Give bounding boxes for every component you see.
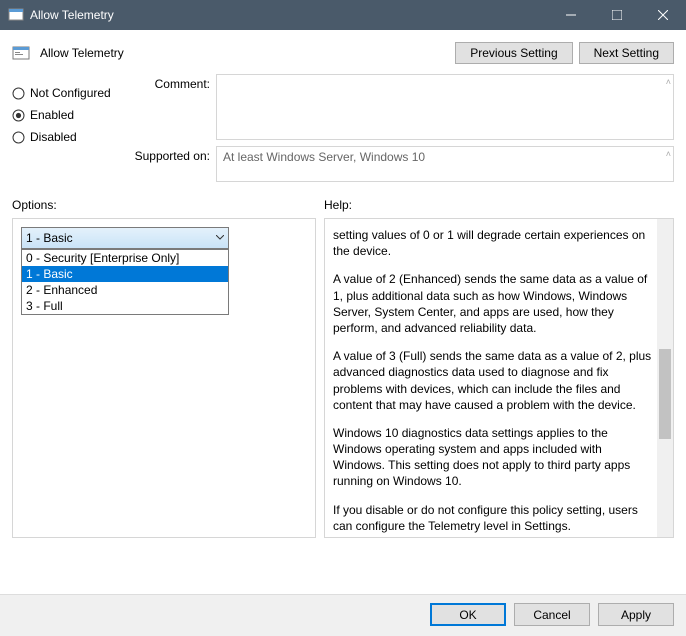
option-1-basic[interactable]: 1 - Basic bbox=[22, 266, 228, 282]
telemetry-level-dropdown[interactable]: 0 - Security [Enterprise Only] 1 - Basic… bbox=[21, 249, 229, 315]
next-setting-button[interactable]: Next Setting bbox=[579, 42, 674, 64]
radio-label: Enabled bbox=[30, 108, 74, 122]
help-paragraph: A value of 3 (Full) sends the same data … bbox=[333, 348, 657, 413]
combo-selected-value: 1 - Basic bbox=[26, 231, 73, 245]
scrollbar[interactable] bbox=[657, 219, 673, 537]
radio-disabled[interactable]: Disabled bbox=[12, 126, 124, 148]
scroll-up-icon: ˄ bbox=[666, 77, 671, 87]
help-paragraph: Windows 10 diagnostics data settings app… bbox=[333, 425, 657, 490]
radio-label: Not Configured bbox=[30, 86, 111, 100]
radio-enabled[interactable]: Enabled bbox=[12, 104, 124, 126]
supported-on-value: At least Windows Server, Windows 10 bbox=[223, 150, 425, 164]
option-2-enhanced[interactable]: 2 - Enhanced bbox=[22, 282, 228, 298]
maximize-button[interactable] bbox=[594, 0, 640, 30]
scroll-up-icon: ˄ bbox=[666, 149, 671, 159]
help-paragraph: A value of 2 (Enhanced) sends the same d… bbox=[333, 271, 657, 336]
option-0-security[interactable]: 0 - Security [Enterprise Only] bbox=[22, 250, 228, 266]
radio-unchecked-icon bbox=[12, 131, 25, 144]
apply-button[interactable]: Apply bbox=[598, 603, 674, 626]
scrollbar-thumb[interactable] bbox=[659, 349, 671, 439]
supported-on-label: Supported on: bbox=[134, 146, 216, 163]
policy-icon bbox=[12, 44, 30, 62]
title-bar: Allow Telemetry bbox=[0, 0, 686, 30]
radio-checked-icon bbox=[12, 109, 25, 122]
comment-label: Comment: bbox=[134, 74, 216, 91]
comment-textarea[interactable]: ˄ bbox=[216, 74, 674, 140]
supported-on-box: At least Windows Server, Windows 10 ˄ bbox=[216, 146, 674, 182]
previous-setting-button[interactable]: Previous Setting bbox=[455, 42, 572, 64]
radio-unchecked-icon bbox=[12, 87, 25, 100]
help-pane: setting values of 0 or 1 will degrade ce… bbox=[324, 218, 674, 538]
close-button[interactable] bbox=[640, 0, 686, 30]
option-3-full[interactable]: 3 - Full bbox=[22, 298, 228, 314]
help-paragraph: setting values of 0 or 1 will degrade ce… bbox=[333, 227, 657, 259]
help-label: Help: bbox=[324, 198, 352, 212]
telemetry-level-combo[interactable]: 1 - Basic bbox=[21, 227, 229, 249]
app-icon bbox=[8, 7, 24, 23]
cancel-button[interactable]: Cancel bbox=[514, 603, 590, 626]
options-label: Options: bbox=[12, 198, 324, 212]
chevron-down-icon bbox=[216, 235, 224, 241]
options-pane: 1 - Basic 0 - Security [Enterprise Only]… bbox=[12, 218, 316, 538]
policy-title: Allow Telemetry bbox=[36, 46, 449, 60]
ok-button[interactable]: OK bbox=[430, 603, 506, 626]
radio-not-configured[interactable]: Not Configured bbox=[12, 82, 124, 104]
window-title: Allow Telemetry bbox=[30, 8, 548, 22]
help-text: setting values of 0 or 1 will degrade ce… bbox=[333, 227, 657, 534]
help-paragraph: If you disable or do not configure this … bbox=[333, 502, 657, 534]
radio-label: Disabled bbox=[30, 130, 77, 144]
minimize-button[interactable] bbox=[548, 0, 594, 30]
